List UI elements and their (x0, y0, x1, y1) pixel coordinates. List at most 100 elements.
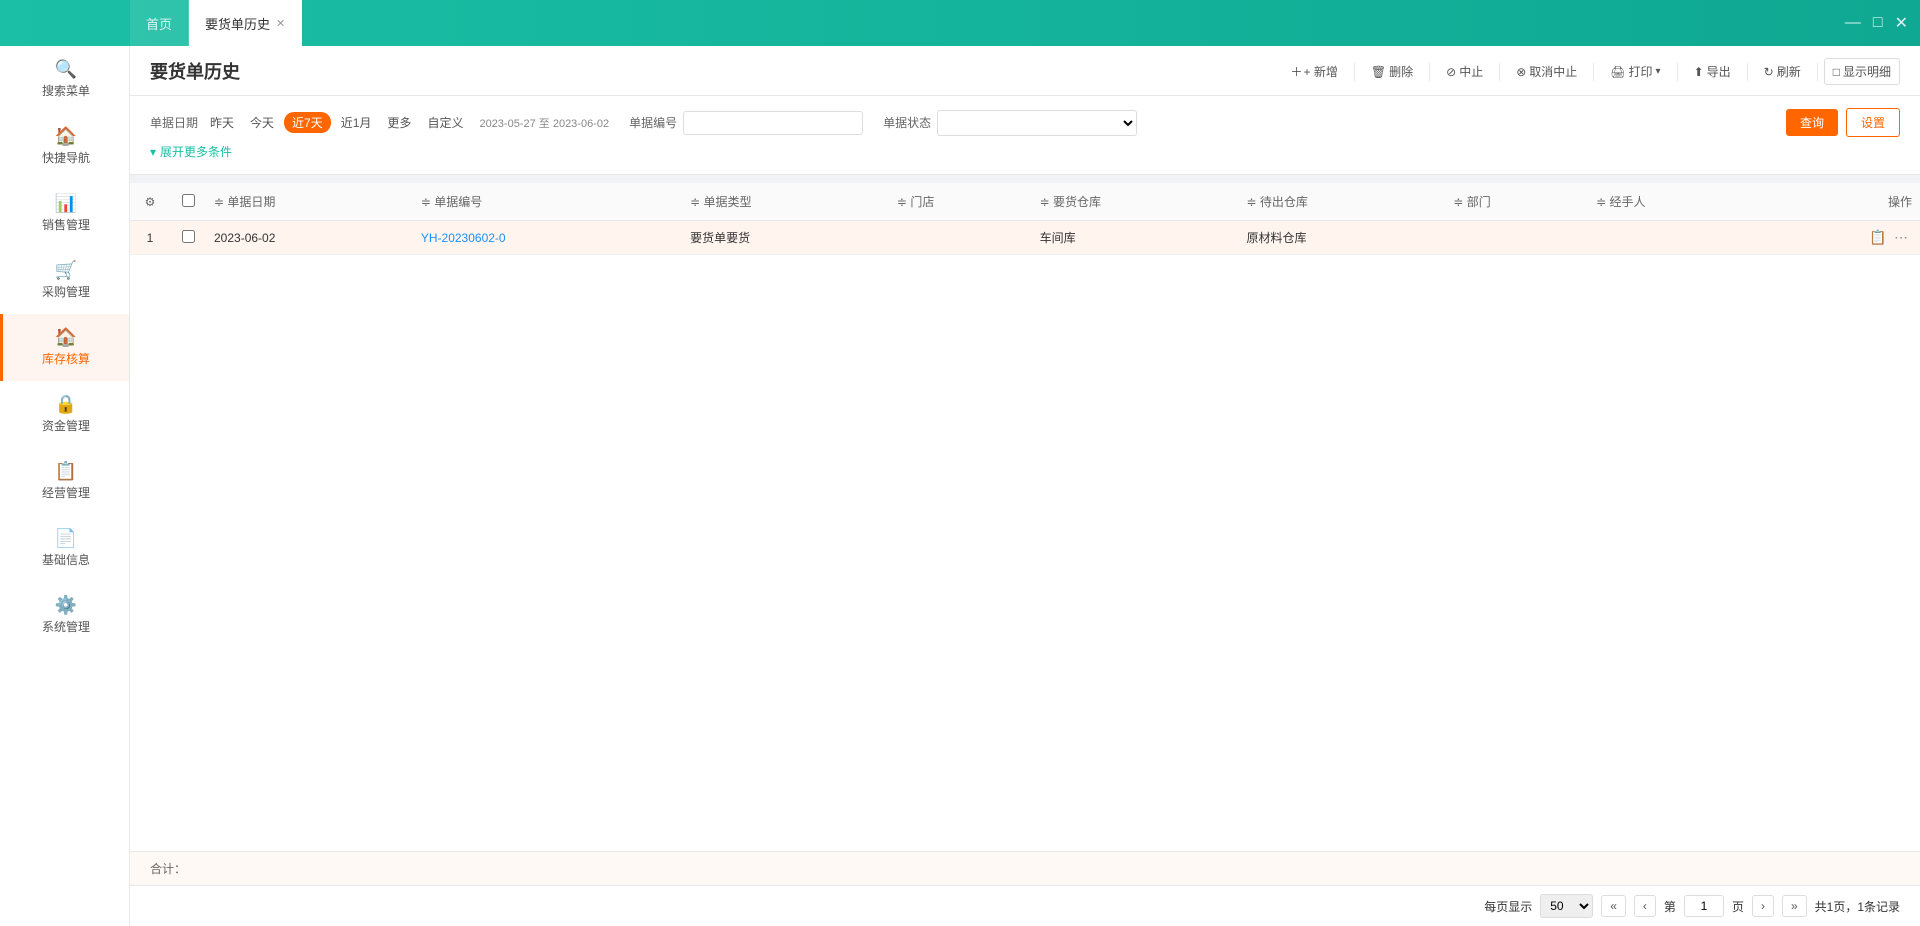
page-input[interactable] (1684, 895, 1724, 917)
status-filter: 单据状态 (883, 110, 1137, 136)
purchase-icon: 🛒 (55, 261, 77, 279)
cancel-stop-button[interactable]: ⊗ 取消中止 (1506, 58, 1587, 85)
sidebar-item-basic-info[interactable]: 📄 基础信息 (0, 515, 129, 582)
date-custom[interactable]: 自定义 (421, 112, 469, 133)
more-action-icon[interactable]: ⋯ (1894, 229, 1908, 245)
stop-button[interactable]: ⊘ 中止 (1436, 58, 1493, 85)
refresh-label: 刷新 (1777, 63, 1801, 80)
row-doc-no: YH-20230602-0 (413, 221, 682, 255)
select-all-checkbox[interactable] (182, 194, 195, 207)
th-handler: ≑ 经手人 (1588, 183, 1763, 221)
page-label: 第 (1664, 898, 1676, 915)
page-title: 要货单历史 (150, 58, 240, 84)
date-range-display: 2023-05-27 至 2023-06-02 (479, 115, 609, 131)
query-button[interactable]: 查询 (1786, 109, 1838, 136)
sidebar-label-inventory: 库存核算 (42, 350, 90, 367)
status-select[interactable] (937, 110, 1137, 136)
divider (1354, 63, 1355, 81)
date-yesterday[interactable]: 昨天 (204, 112, 240, 133)
system-icon: ⚙️ (55, 596, 77, 614)
print-button[interactable]: 🖨 打印 ▾ (1600, 58, 1670, 85)
divider4 (1593, 63, 1594, 81)
table-header-row: ⚙ ≑ 单据日期 ≑ 单据编号 ≑ 单据类型 (130, 183, 1920, 221)
sidebar-item-purchase[interactable]: 🛒 采购管理 (0, 247, 129, 314)
th-check (170, 183, 206, 221)
close-tab-icon[interactable]: ✕ (276, 17, 285, 30)
refresh-icon: ↻ (1764, 65, 1774, 79)
last-page-button[interactable]: » (1782, 895, 1807, 917)
per-page-select[interactable]: 50 10 20 100 (1540, 894, 1593, 918)
row-handler (1588, 221, 1763, 255)
column-settings-icon[interactable]: ⚙ (145, 195, 156, 209)
row-checkbox[interactable] (182, 230, 195, 243)
sidebar-item-search-menu[interactable]: 🔍 搜索菜单 (0, 46, 129, 113)
tab-order-history[interactable]: 要货单历史 ✕ (189, 0, 302, 46)
doc-no-link[interactable]: YH-20230602-0 (421, 231, 506, 245)
new-button[interactable]: ＋ + 新增 (1281, 58, 1348, 85)
th-pending-warehouse: ≑ 待出仓库 (1239, 183, 1446, 221)
print-label: 打印 (1629, 63, 1653, 80)
ops-icon: 📋 (55, 462, 77, 480)
sidebar-label-basic-info: 基础信息 (42, 551, 90, 568)
th-doc-type: ≑ 单据类型 (682, 183, 889, 221)
cancel-stop-label: 取消中止 (1529, 63, 1577, 80)
window-controls: — □ ✕ (1845, 0, 1908, 46)
date-1month[interactable]: 近1月 (335, 112, 378, 133)
maximize-icon[interactable]: □ (1873, 14, 1883, 32)
th-date: ≑ 单据日期 (206, 183, 413, 221)
per-page-label: 每页显示 (1484, 898, 1532, 915)
expand-more-btn[interactable]: ▾ 展开更多条件 (150, 137, 1900, 162)
first-page-button[interactable]: « (1601, 895, 1626, 917)
content-area: 要货单历史 ＋ + 新增 🗑 删除 ⊘ 中止 (130, 46, 1920, 926)
date-filter: 单据日期 昨天 今天 近7天 近1月 更多 自定义 2023-05-27 至 2… (150, 112, 609, 133)
sidebar-item-inventory[interactable]: 🏠 库存核算 (0, 314, 129, 381)
sidebar-item-quick-nav[interactable]: 🏠 快捷导航 (0, 113, 129, 180)
sidebar-label-ops: 经营管理 (42, 484, 90, 501)
delete-icon: 🗑 (1371, 65, 1386, 79)
show-detail-button[interactable]: □ 显示明细 (1824, 58, 1900, 85)
close-window-icon[interactable]: ✕ (1895, 13, 1908, 33)
view-action-icon[interactable]: 📋 (1869, 229, 1886, 245)
doc-no-filter: 单据编号 (629, 111, 863, 135)
sidebar-item-system[interactable]: ⚙️ 系统管理 (0, 582, 129, 649)
divider5 (1677, 63, 1678, 81)
sidebar-item-ops[interactable]: 📋 经营管理 (0, 448, 129, 515)
minimize-icon[interactable]: — (1845, 14, 1861, 32)
sidebar-label-search: 搜索菜单 (42, 82, 90, 99)
sidebar-label-finance: 资金管理 (42, 417, 90, 434)
inventory-icon: 🏠 (55, 328, 77, 346)
settings-button[interactable]: 设置 (1846, 108, 1900, 137)
date-filter-label: 单据日期 (150, 114, 198, 131)
divider7 (1817, 63, 1818, 81)
detail-label: 显示明细 (1843, 63, 1891, 80)
date-more[interactable]: 更多 (381, 112, 417, 133)
export-label: 导出 (1707, 63, 1731, 80)
prev-page-button[interactable]: ‹ (1634, 895, 1656, 917)
print-icon: 🖨 (1610, 65, 1625, 79)
page-header: 要货单历史 ＋ + 新增 🗑 删除 ⊘ 中止 (130, 46, 1920, 96)
refresh-button[interactable]: ↻ 刷新 (1754, 58, 1811, 85)
delete-button[interactable]: 🗑 删除 (1361, 58, 1423, 85)
divider3 (1499, 63, 1500, 81)
tab-home[interactable]: 首页 (130, 0, 189, 46)
next-page-button[interactable]: › (1752, 895, 1774, 917)
doc-no-input[interactable] (683, 111, 863, 135)
row-check (170, 221, 206, 255)
detail-icon: □ (1833, 65, 1840, 79)
filter-area: 单据日期 昨天 今天 近7天 近1月 更多 自定义 2023-05-27 至 2… (130, 96, 1920, 175)
date-today[interactable]: 今天 (244, 112, 280, 133)
sidebar-item-sales[interactable]: 📊 销售管理 (0, 180, 129, 247)
data-table: ⚙ ≑ 单据日期 ≑ 单据编号 ≑ 单据类型 (130, 183, 1920, 255)
date-7days[interactable]: 近7天 (284, 112, 331, 133)
divider2 (1429, 63, 1430, 81)
summary-label: 合计： (150, 862, 186, 876)
th-action: 操作 (1763, 183, 1920, 221)
export-button[interactable]: ⬆ 导出 (1684, 58, 1741, 85)
expand-label: 展开更多条件 (160, 143, 232, 160)
stop-icon: ⊘ (1446, 65, 1456, 79)
divider6 (1747, 63, 1748, 81)
date-options-group: 昨天 今天 近7天 近1月 更多 自定义 (204, 112, 469, 133)
sidebar-item-finance[interactable]: 🔒 资金管理 (0, 381, 129, 448)
sidebar-label-purchase: 采购管理 (42, 283, 90, 300)
row-pending-warehouse: 原材料仓库 (1239, 221, 1446, 255)
